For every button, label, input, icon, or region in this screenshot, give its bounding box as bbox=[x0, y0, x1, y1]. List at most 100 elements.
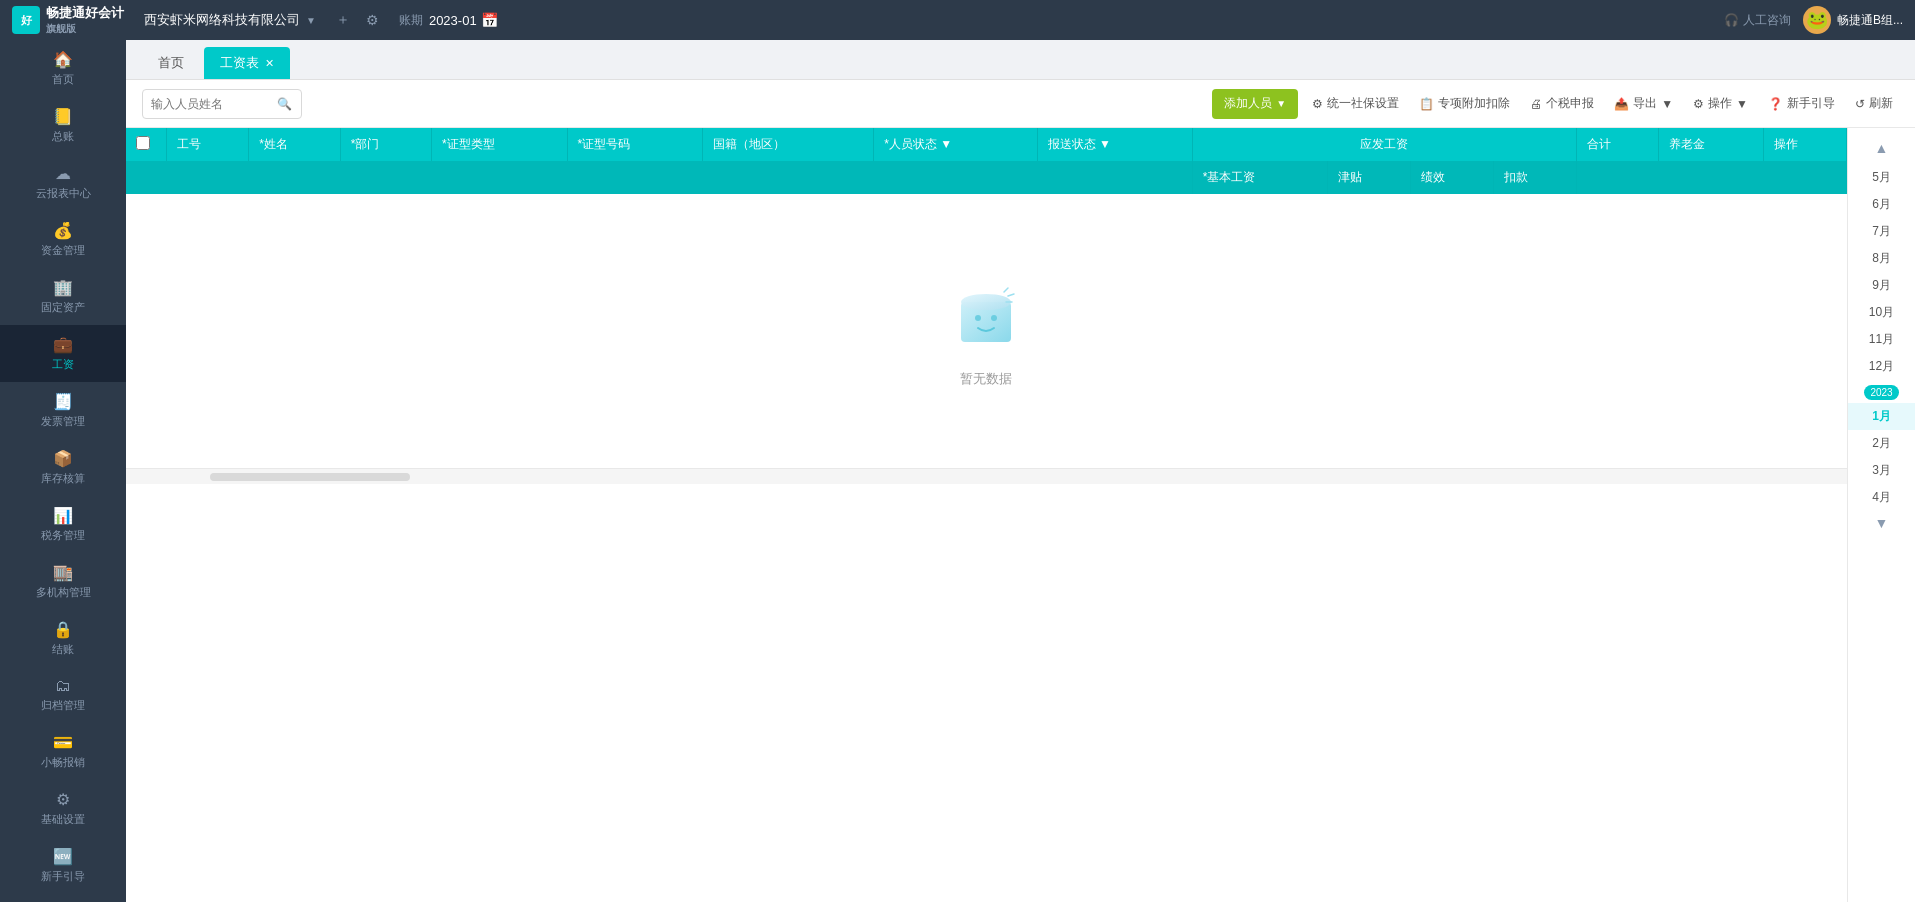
sidebar-item-assets[interactable]: 🏢 固定资产 bbox=[0, 268, 126, 325]
report-status-filter-icon[interactable]: ▼ bbox=[1099, 137, 1111, 151]
support-button[interactable]: 🎧 人工咨询 bbox=[1724, 12, 1791, 29]
month-1-current[interactable]: 1月 bbox=[1848, 403, 1915, 430]
special-deduction-label: 专项附加扣除 bbox=[1438, 95, 1510, 112]
sidebar-item-closing[interactable]: 🔒 结账 bbox=[0, 610, 126, 667]
month-6[interactable]: 6月 bbox=[1848, 191, 1915, 218]
col-allowance: 津贴 bbox=[1328, 161, 1411, 194]
company-name: 西安虾米网络科技有限公司 bbox=[144, 11, 300, 29]
tab-home[interactable]: 首页 bbox=[142, 47, 200, 79]
add-person-label: 添加人员 bbox=[1224, 95, 1272, 112]
sidebar-item-invoice-label: 发票管理 bbox=[41, 414, 85, 429]
operations-label: 操作 bbox=[1708, 95, 1732, 112]
sidebar-item-fund[interactable]: 💰 资金管理 bbox=[0, 211, 126, 268]
sidebar-item-tax-label: 税务管理 bbox=[41, 528, 85, 543]
special-deduction-button[interactable]: 📋 专项附加扣除 bbox=[1413, 89, 1516, 119]
add-person-button[interactable]: 添加人员 ▼ bbox=[1212, 89, 1298, 119]
calendar-down-arrow[interactable]: ▼ bbox=[1871, 511, 1893, 535]
sidebar-item-cloud-label: 云报表中心 bbox=[36, 186, 91, 201]
month-8[interactable]: 8月 bbox=[1848, 245, 1915, 272]
sidebar-item-multi-org[interactable]: 🏬 多机构管理 bbox=[0, 553, 126, 610]
add-arrow-icon: ▼ bbox=[1276, 98, 1286, 109]
guide-button[interactable]: ❓ 新手引导 bbox=[1762, 89, 1841, 119]
empty-icon bbox=[946, 274, 1026, 354]
person-status-filter-icon[interactable]: ▼ bbox=[940, 137, 952, 151]
tax-declaration-button[interactable]: 🖨 个税申报 bbox=[1524, 89, 1600, 119]
operations-arrow-icon: ▼ bbox=[1736, 97, 1748, 111]
guide-label: 新手引导 bbox=[1787, 95, 1835, 112]
tab-payroll[interactable]: 工资表 ✕ bbox=[204, 47, 290, 79]
svg-line-4 bbox=[1004, 288, 1008, 292]
ledger-icon: 📒 bbox=[53, 107, 73, 126]
app-logo: 好 畅捷通好会计 旗舰版 bbox=[12, 4, 124, 36]
table-container: 工号 *姓名 *部门 *证型类型 *证型号码 国籍（地区） *人员状态 ▼ 报送… bbox=[126, 128, 1847, 902]
settings-nav-icon: ⚙ bbox=[56, 790, 70, 809]
month-5[interactable]: 5月 bbox=[1848, 164, 1915, 191]
col-id-number: *证型号码 bbox=[567, 128, 703, 161]
svg-line-5 bbox=[1008, 294, 1014, 296]
top-bar-actions: ＋ ⚙ bbox=[332, 9, 383, 31]
month-10[interactable]: 10月 bbox=[1848, 299, 1915, 326]
month-7[interactable]: 7月 bbox=[1848, 218, 1915, 245]
export-button[interactable]: 📤 导出 ▼ bbox=[1608, 89, 1679, 119]
month-2[interactable]: 2月 bbox=[1848, 430, 1915, 457]
deduction-icon: 📋 bbox=[1419, 97, 1434, 111]
sidebar-item-closing-label: 结账 bbox=[52, 642, 74, 657]
toolbar-right: 添加人员 ▼ ⚙ 统一社保设置 📋 专项附加扣除 🖨 个税申报 bbox=[1212, 89, 1899, 119]
sub-header-spacer bbox=[126, 161, 1192, 194]
logo-icon: 好 bbox=[12, 6, 40, 34]
operations-button[interactable]: ⚙ 操作 ▼ bbox=[1687, 89, 1754, 119]
empty-state: 暂无数据 bbox=[126, 194, 1847, 468]
scroll-thumb[interactable] bbox=[210, 473, 410, 481]
export-arrow-icon: ▼ bbox=[1661, 97, 1673, 111]
search-input[interactable] bbox=[151, 97, 271, 111]
tab-close-icon[interactable]: ✕ bbox=[265, 57, 274, 70]
settings-button[interactable]: ⚙ bbox=[362, 10, 383, 30]
toolbar: 🔍 添加人员 ▼ ⚙ 统一社保设置 📋 专项附加扣除 bbox=[126, 80, 1915, 128]
payroll-icon: 💼 bbox=[53, 335, 73, 354]
company-selector[interactable]: 西安虾米网络科技有限公司 ▼ bbox=[144, 11, 316, 29]
sidebar-item-member[interactable]: V 畅会员 bbox=[0, 894, 126, 902]
col-total: 合计 bbox=[1576, 128, 1659, 161]
search-container[interactable]: 🔍 bbox=[142, 89, 302, 119]
month-3[interactable]: 3月 bbox=[1848, 457, 1915, 484]
headset-icon: 🎧 bbox=[1724, 13, 1739, 27]
social-security-button[interactable]: ⚙ 统一社保设置 bbox=[1306, 89, 1405, 119]
sidebar-item-guide[interactable]: 🆕 新手引导 bbox=[0, 837, 126, 894]
sidebar-item-basic-settings[interactable]: ⚙ 基础设置 bbox=[0, 780, 126, 837]
svg-point-3 bbox=[991, 315, 997, 321]
sidebar-item-assets-label: 固定资产 bbox=[41, 300, 85, 315]
calendar-up-arrow[interactable]: ▲ bbox=[1871, 136, 1893, 160]
month-12[interactable]: 12月 bbox=[1848, 353, 1915, 380]
sidebar-item-home[interactable]: 🏠 首页 bbox=[0, 40, 126, 97]
assets-icon: 🏢 bbox=[53, 278, 73, 297]
col-performance: 绩效 bbox=[1410, 161, 1493, 194]
month-9[interactable]: 9月 bbox=[1848, 272, 1915, 299]
add-company-button[interactable]: ＋ bbox=[332, 9, 354, 31]
col-name: *姓名 bbox=[249, 128, 340, 161]
tab-bar: 首页 工资表 ✕ bbox=[126, 40, 1915, 80]
sidebar-item-expense[interactable]: 💳 小畅报销 bbox=[0, 723, 126, 780]
refresh-icon: ↺ bbox=[1855, 97, 1865, 111]
calendar-icon[interactable]: 📅 bbox=[481, 12, 498, 28]
sub-header-right-spacer bbox=[1576, 161, 1847, 194]
sidebar-item-ledger[interactable]: 📒 总账 bbox=[0, 97, 126, 154]
sidebar-item-cloud-report[interactable]: ☁ 云报表中心 bbox=[0, 154, 126, 211]
sidebar-item-tax[interactable]: 📊 税务管理 bbox=[0, 496, 126, 553]
period-value: 2023-01 bbox=[429, 13, 477, 28]
sidebar-item-settings-label: 基础设置 bbox=[41, 812, 85, 827]
sidebar: 🏠 首页 📒 总账 ☁ 云报表中心 💰 资金管理 🏢 固定资产 💼 工资 bbox=[0, 40, 126, 902]
refresh-button[interactable]: ↺ 刷新 bbox=[1849, 89, 1899, 119]
select-all-checkbox[interactable] bbox=[136, 136, 150, 150]
sidebar-item-invoice[interactable]: 🧾 发票管理 bbox=[0, 382, 126, 439]
svg-point-2 bbox=[975, 315, 981, 321]
svg-point-1 bbox=[961, 294, 1011, 310]
sidebar-item-inventory[interactable]: 📦 库存核算 bbox=[0, 439, 126, 496]
user-info[interactable]: 🐸 畅捷通B组... bbox=[1803, 6, 1903, 34]
col-person-status: *人员状态 ▼ bbox=[874, 128, 1038, 161]
scroll-bar-area bbox=[126, 468, 1847, 484]
sidebar-item-payroll[interactable]: 💼 工资 bbox=[0, 325, 126, 382]
refresh-label: 刷新 bbox=[1869, 95, 1893, 112]
sidebar-item-archive[interactable]: 🗂 归档管理 bbox=[0, 667, 126, 723]
month-11[interactable]: 11月 bbox=[1848, 326, 1915, 353]
month-4[interactable]: 4月 bbox=[1848, 484, 1915, 511]
